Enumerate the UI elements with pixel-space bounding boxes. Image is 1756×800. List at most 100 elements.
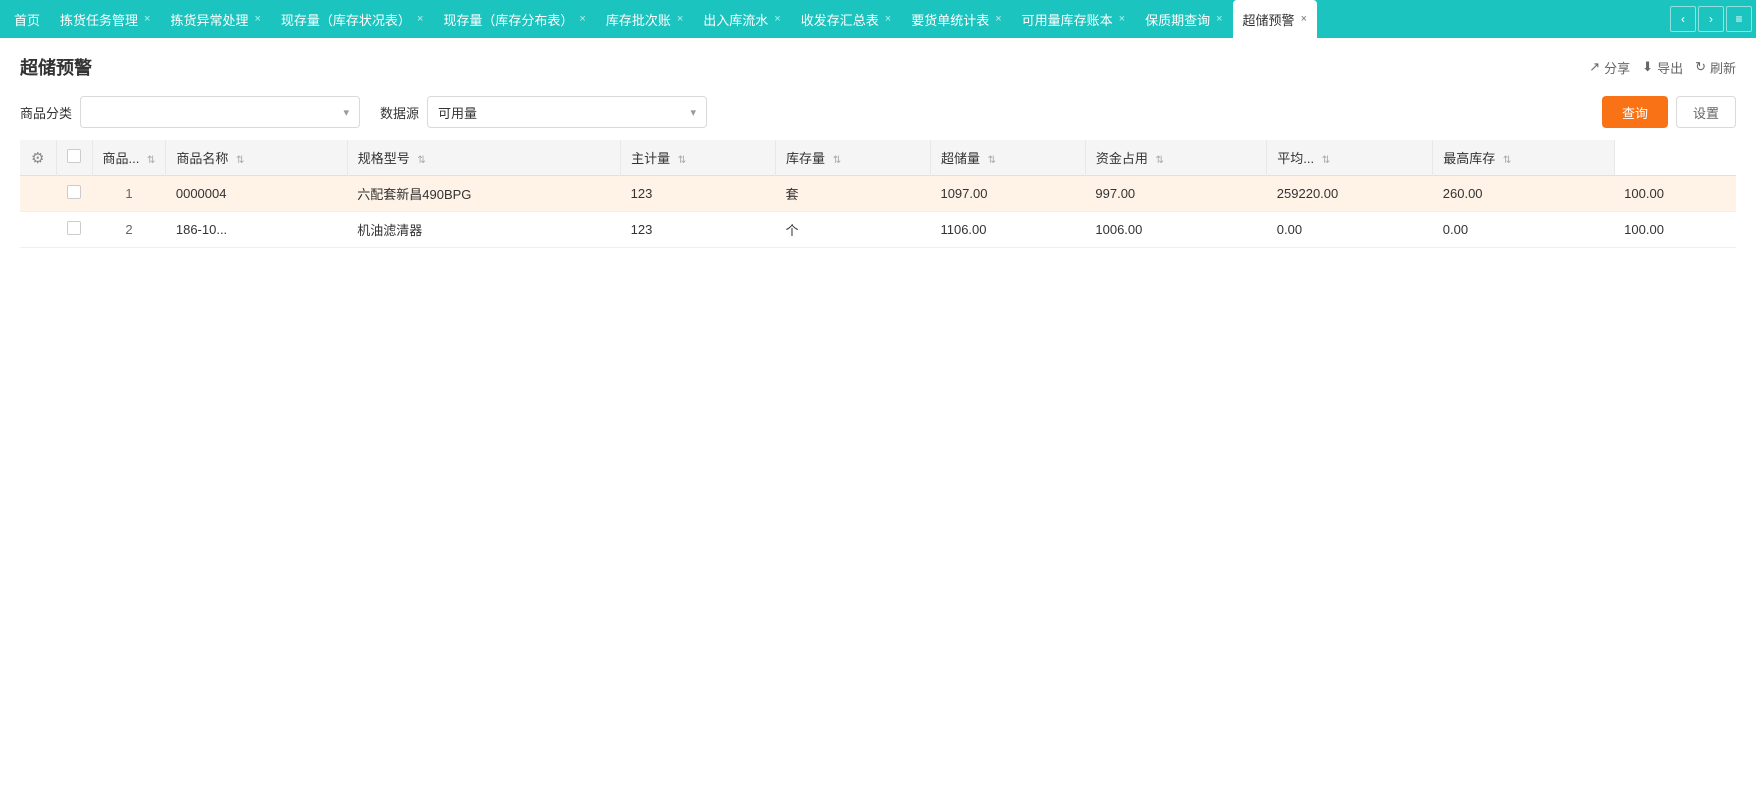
row-index: 2 <box>92 212 166 248</box>
nav-abnormal-label: 拣货异常处理 <box>170 10 248 29</box>
nav-overstock-warning[interactable]: 超储预警 × <box>1233 0 1317 38</box>
nav-batch-account-close[interactable]: × <box>677 13 683 25</box>
row-overstock: 997.00 <box>1085 176 1266 212</box>
row-spec: 123 <box>621 212 776 248</box>
header-checkbox[interactable] <box>67 149 81 163</box>
nav-inventory-status-close[interactable]: × <box>417 13 423 25</box>
nav-home[interactable]: 首页 <box>4 0 50 38</box>
row-unit: 套 <box>776 176 931 212</box>
row-capital: 259220.00 <box>1267 176 1433 212</box>
datasource-chevron-icon: ▾ <box>691 106 697 119</box>
nav-abnormal[interactable]: 拣货异常处理 × <box>160 0 270 38</box>
nav-prev-btn[interactable]: ‹ <box>1670 6 1696 32</box>
export-icon: ⬇ <box>1642 59 1653 75</box>
nav-available-account[interactable]: 可用量库存账本 × <box>1012 0 1135 38</box>
nav-more-btn[interactable]: ≡ <box>1726 6 1752 32</box>
nav-available-account-label: 可用量库存账本 <box>1022 10 1113 29</box>
col-settings-header[interactable]: ⚙ <box>20 140 56 176</box>
col-unit-sort-icon: ⇅ <box>678 155 686 166</box>
col-stock-label: 库存量 <box>786 151 825 166</box>
col-overstock-header[interactable]: 超储量 ⇅ <box>930 140 1085 176</box>
row-checkbox-cell[interactable] <box>56 212 92 248</box>
nav-arrows: ‹ › ≡ <box>1670 6 1752 32</box>
row-index: 1 <box>92 176 166 212</box>
export-label: 导出 <box>1657 58 1683 77</box>
row-stock: 1097.00 <box>930 176 1085 212</box>
page-title: 超储预警 <box>20 54 92 80</box>
nav-abnormal-close[interactable]: × <box>254 13 260 25</box>
nav-inventory-dist[interactable]: 现存量（库存分布表） × <box>433 0 595 38</box>
col-product-code-header[interactable]: 商品... ⇅ <box>92 140 166 176</box>
col-overstock-sort-icon: ⇅ <box>988 155 996 166</box>
table-header-row: ⚙ 商品... ⇅ 商品名称 ⇅ 规格型号 ⇅ 主计量 <box>20 140 1736 176</box>
col-spec-header[interactable]: 规格型号 ⇅ <box>347 140 620 176</box>
col-capital-header[interactable]: 资金占用 ⇅ <box>1085 140 1266 176</box>
nav-inout-flow-close[interactable]: × <box>774 13 780 25</box>
category-label: 商品分类 <box>20 103 72 122</box>
col-capital-sort-icon: ⇅ <box>1156 155 1164 166</box>
nav-inventory-status-label: 现存量（库存状况表） <box>281 10 411 29</box>
export-btn[interactable]: ⬇ 导出 <box>1642 58 1683 77</box>
col-product-name-sort-icon: ⇅ <box>236 155 244 166</box>
datasource-select-value: 可用量 <box>438 103 477 122</box>
category-filter-group: 商品分类 ▾ <box>20 96 360 128</box>
col-avg-header[interactable]: 平均... ⇅ <box>1267 140 1433 176</box>
row-product-code: 186-10... <box>166 212 347 248</box>
nav-overstock-warning-close[interactable]: × <box>1301 13 1307 25</box>
col-max-stock-sort-icon: ⇅ <box>1503 155 1511 166</box>
settings-col-icon[interactable]: ⚙ <box>31 150 44 167</box>
nav-order-stats-close[interactable]: × <box>995 13 1001 25</box>
refresh-icon: ↻ <box>1695 59 1706 75</box>
share-btn[interactable]: ↗ 分享 <box>1589 58 1630 77</box>
datasource-select[interactable]: 可用量 ▾ <box>427 96 707 128</box>
header-actions: ↗ 分享 ⬇ 导出 ↻ 刷新 <box>1589 58 1736 77</box>
nav-batch-account[interactable]: 库存批次账 × <box>596 0 693 38</box>
col-stock-header[interactable]: 库存量 ⇅ <box>776 140 931 176</box>
row-checkbox-cell[interactable] <box>56 176 92 212</box>
nav-available-account-close[interactable]: × <box>1119 13 1125 25</box>
data-table: ⚙ 商品... ⇅ 商品名称 ⇅ 规格型号 ⇅ 主计量 <box>20 140 1736 248</box>
row-avg: 260.00 <box>1433 176 1614 212</box>
col-avg-sort-icon: ⇅ <box>1322 155 1330 166</box>
page-header: 超储预警 ↗ 分享 ⬇ 导出 ↻ 刷新 <box>20 54 1736 80</box>
nav-task-mgmt[interactable]: 拣货任务管理 × <box>50 0 160 38</box>
nav-quality-check-close[interactable]: × <box>1216 13 1222 25</box>
top-nav: 首页 拣货任务管理 × 拣货异常处理 × 现存量（库存状况表） × 现存量（库存… <box>0 0 1756 38</box>
nav-inventory-dist-close[interactable]: × <box>579 13 585 25</box>
settings-button[interactable]: 设置 <box>1676 96 1736 128</box>
row-product-code: 0000004 <box>166 176 347 212</box>
table-body: 1 0000004 六配套新昌490BPG 123 套 1097.00 997.… <box>20 176 1736 248</box>
col-spec-label: 规格型号 <box>358 151 410 166</box>
col-unit-label: 主计量 <box>631 151 670 166</box>
nav-inout-flow[interactable]: 出入库流水 × <box>693 0 790 38</box>
col-unit-header[interactable]: 主计量 ⇅ <box>621 140 776 176</box>
row-checkbox[interactable] <box>67 221 81 235</box>
datasource-filter-group: 数据源 可用量 ▾ <box>380 96 707 128</box>
nav-collect-summary-close[interactable]: × <box>885 13 891 25</box>
datasource-label: 数据源 <box>380 103 419 122</box>
row-product-name: 机油滤清器 <box>347 212 620 248</box>
row-capital: 0.00 <box>1267 212 1433 248</box>
refresh-btn[interactable]: ↻ 刷新 <box>1695 58 1736 77</box>
row-max-stock: 100.00 <box>1614 212 1736 248</box>
nav-inventory-status[interactable]: 现存量（库存状况表） × <box>271 0 433 38</box>
col-product-name-header[interactable]: 商品名称 ⇅ <box>166 140 347 176</box>
nav-collect-summary[interactable]: 收发存汇总表 × <box>791 0 901 38</box>
nav-order-stats-label: 要货单统计表 <box>911 10 989 29</box>
nav-order-stats[interactable]: 要货单统计表 × <box>901 0 1011 38</box>
query-button[interactable]: 查询 <box>1602 96 1668 128</box>
row-checkbox[interactable] <box>67 185 81 199</box>
nav-next-btn[interactable]: › <box>1698 6 1724 32</box>
table-row: 1 0000004 六配套新昌490BPG 123 套 1097.00 997.… <box>20 176 1736 212</box>
col-stock-sort-icon: ⇅ <box>833 155 841 166</box>
table-row: 2 186-10... 机油滤清器 123 个 1106.00 1006.00 … <box>20 212 1736 248</box>
nav-quality-check-label: 保质期查询 <box>1145 10 1210 29</box>
nav-task-mgmt-close[interactable]: × <box>144 13 150 25</box>
col-max-stock-header[interactable]: 最高库存 ⇅ <box>1433 140 1614 176</box>
col-avg-label: 平均... <box>1277 151 1314 166</box>
nav-quality-check[interactable]: 保质期查询 × <box>1135 0 1232 38</box>
share-icon: ↗ <box>1589 59 1600 75</box>
category-select[interactable]: ▾ <box>80 96 360 128</box>
col-checkbox-header[interactable] <box>56 140 92 176</box>
nav-inventory-dist-label: 现存量（库存分布表） <box>443 10 573 29</box>
